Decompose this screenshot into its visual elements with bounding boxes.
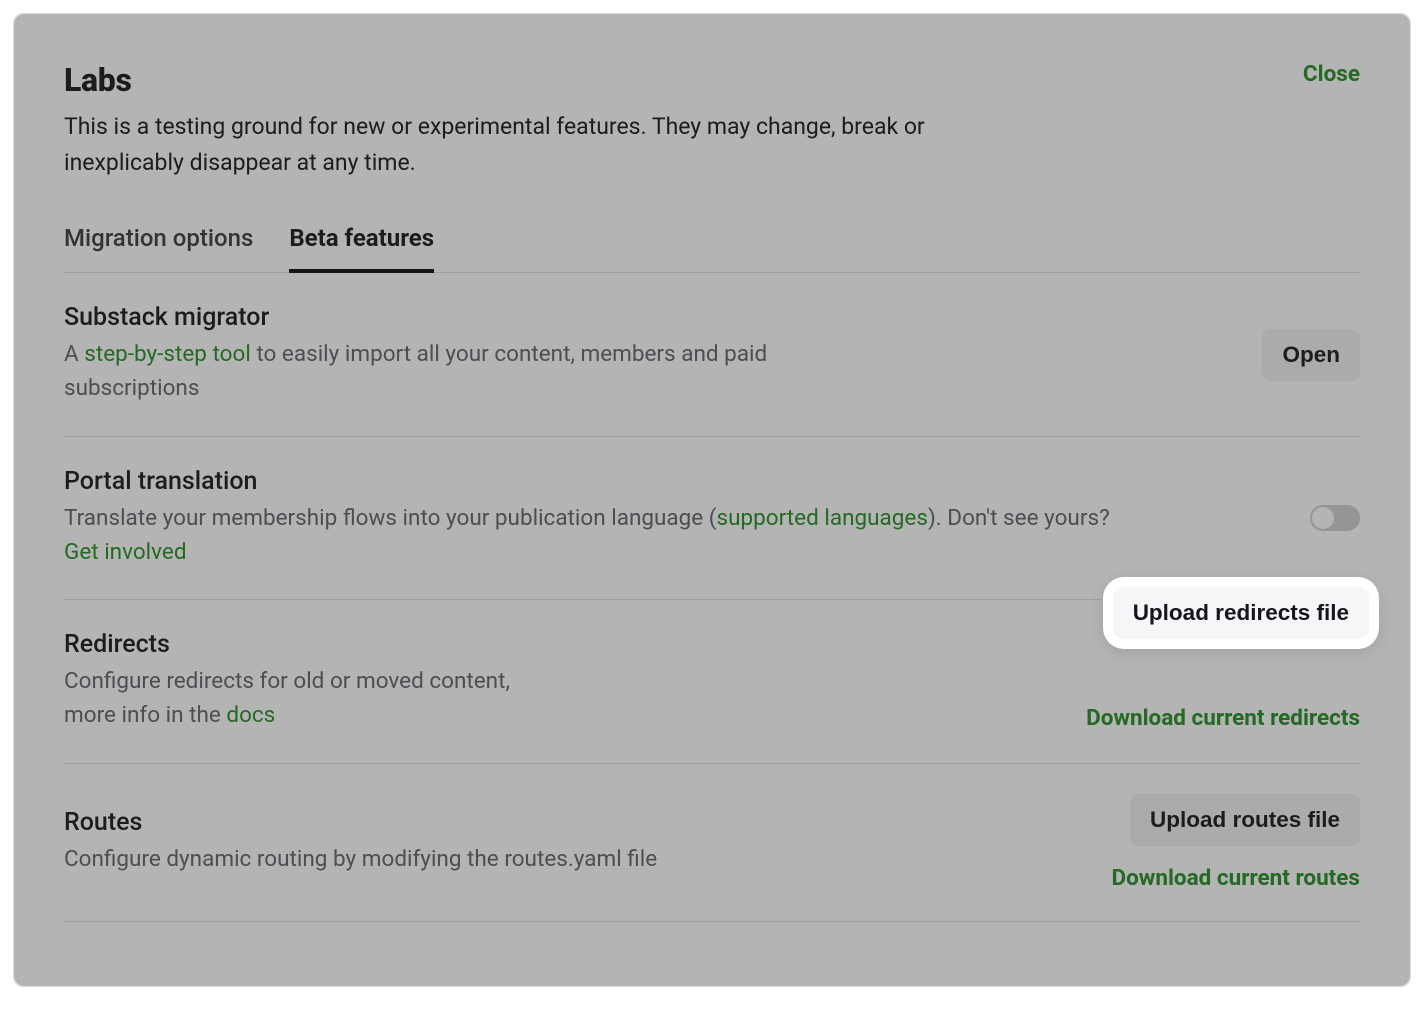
title-block: Labs <box>64 61 132 99</box>
section-routes: Routes Configure dynamic routing by modi… <box>64 764 1360 922</box>
toggle-knob-icon <box>1312 507 1334 529</box>
desc-text: A <box>64 341 84 367</box>
spotlight: Upload redirects file <box>1106 580 1376 646</box>
supported-languages-link[interactable]: supported languages <box>717 505 928 531</box>
desc-text: ). Don't see yours? <box>928 505 1110 531</box>
tabs: Migration options Beta features <box>64 224 1360 273</box>
desc-text: more info in the <box>64 702 226 728</box>
desc-text: Configure redirects for old or moved con… <box>64 668 510 694</box>
section-title-substack: Substack migrator <box>64 303 824 332</box>
section-title-portal: Portal translation <box>64 467 1114 496</box>
section-portal: Portal translation Translate your member… <box>64 437 1360 601</box>
page-subtitle: This is a testing ground for new or expe… <box>64 109 984 180</box>
redirects-actions: Download current redirects <box>1086 633 1360 731</box>
download-redirects-link[interactable]: Download current redirects <box>1086 705 1360 731</box>
close-link[interactable]: Close <box>1303 61 1360 87</box>
section-title-redirects: Redirects <box>64 630 510 659</box>
upload-routes-button[interactable]: Upload routes file <box>1130 794 1360 846</box>
section-content: Redirects Configure redirects for old or… <box>64 630 510 733</box>
tab-beta-features[interactable]: Beta features <box>289 224 434 273</box>
section-content: Portal translation Translate your member… <box>64 467 1114 570</box>
panel-header: Labs Close <box>64 61 1360 99</box>
step-by-step-link[interactable]: step-by-step tool <box>84 341 251 367</box>
section-substack: Substack migrator A step-by-step tool to… <box>64 273 1360 437</box>
docs-link[interactable]: docs <box>226 702 275 728</box>
section-desc-portal: Translate your membership flows into you… <box>64 502 1114 570</box>
section-content: Routes Configure dynamic routing by modi… <box>64 808 657 877</box>
portal-translation-toggle[interactable] <box>1310 505 1360 531</box>
tab-migration-options[interactable]: Migration options <box>64 224 253 272</box>
section-title-routes: Routes <box>64 808 657 837</box>
get-involved-link[interactable]: Get involved <box>64 539 187 565</box>
section-desc-substack: A step-by-step tool to easily import all… <box>64 338 824 406</box>
routes-actions: Upload routes file Download current rout… <box>1111 794 1360 891</box>
section-content: Substack migrator A step-by-step tool to… <box>64 303 824 406</box>
open-button[interactable]: Open <box>1262 329 1360 381</box>
section-desc-routes: Configure dynamic routing by modifying t… <box>64 843 657 877</box>
desc-text: Translate your membership flows into you… <box>64 505 717 531</box>
section-desc-redirects: Configure redirects for old or moved con… <box>64 665 510 733</box>
upload-redirects-button[interactable]: Upload redirects file <box>1113 587 1369 639</box>
labs-panel: Labs Close This is a testing ground for … <box>13 13 1411 987</box>
download-routes-link[interactable]: Download current routes <box>1111 865 1360 891</box>
page-title: Labs <box>64 61 132 99</box>
